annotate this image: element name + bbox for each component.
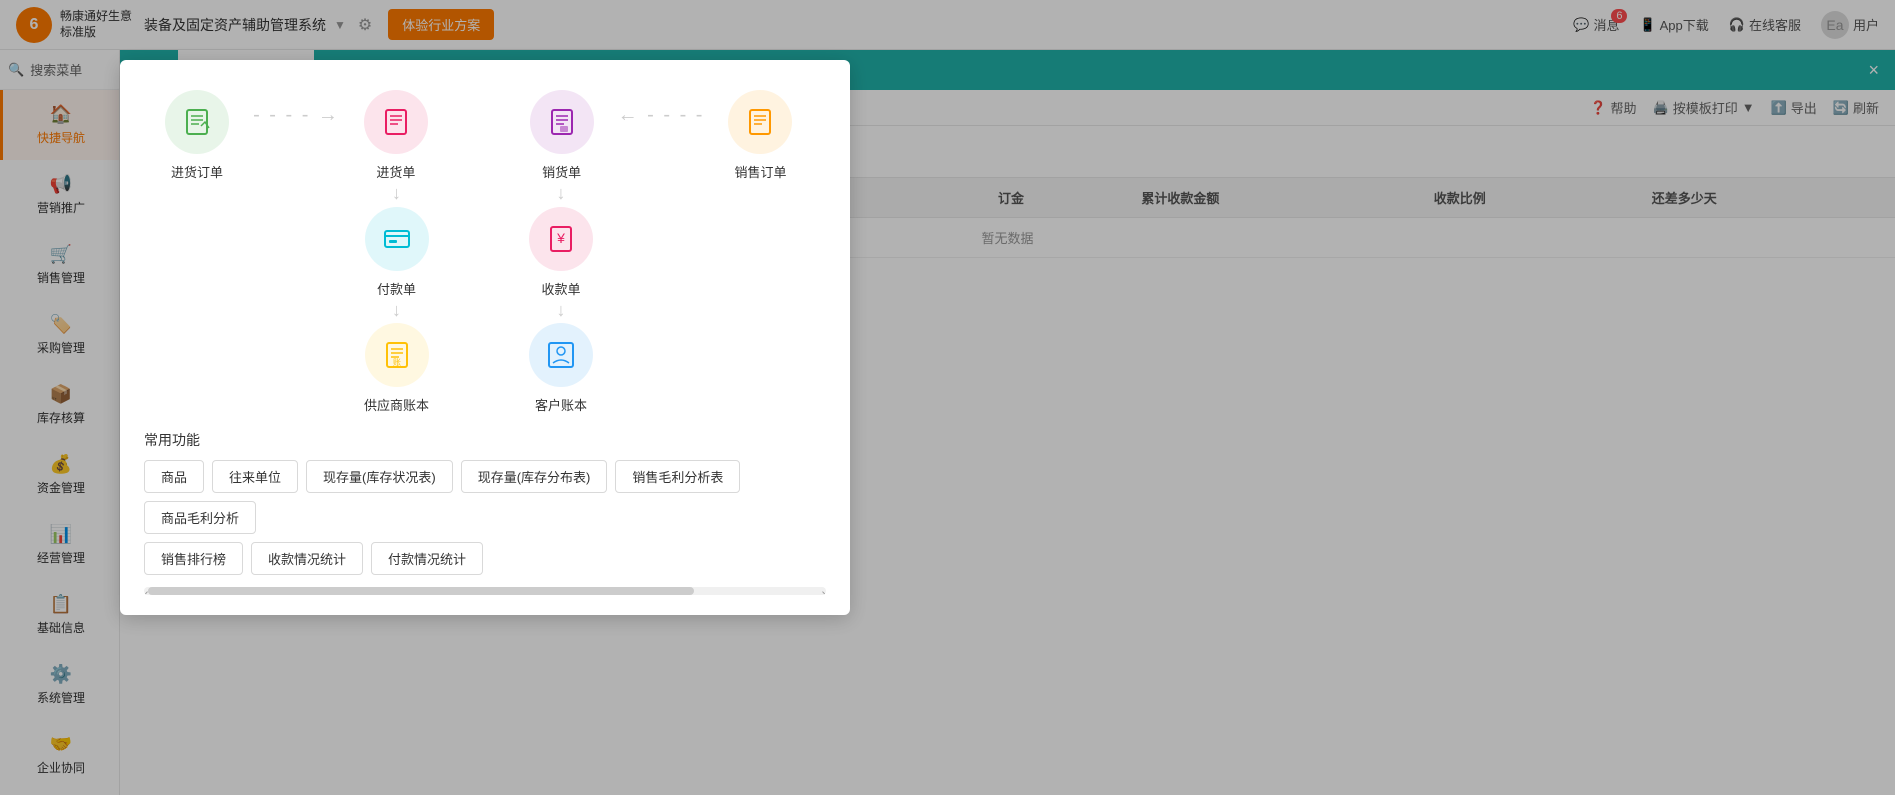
flow-modal: 进货订单 - - - - →	[120, 60, 850, 615]
content-area: 首页 销售订单执行表 × × ❓ 帮助 🖨️ 按模板打印 ▼	[120, 50, 1895, 795]
arrow-v-payment: ↓	[392, 183, 401, 205]
svg-text:账: 账	[393, 358, 401, 367]
modal-scrollbar: ‹ ›	[144, 587, 826, 595]
flow-node-customer-ledger[interactable]: 客户账本	[529, 323, 593, 414]
sales-bill-label: 销货单	[542, 162, 581, 181]
main-area: 🔍 搜索菜单 🏠 快捷导航 📢 营销推广 🛒 销售管理 🏷️	[0, 50, 1895, 795]
common-funcs-title: 常用功能	[144, 430, 826, 450]
func-btn-receipt-stats[interactable]: 收款情况统计	[251, 542, 363, 575]
supplier-ledger-circle: 账	[365, 323, 429, 387]
sales-order-label: 销售订单	[734, 162, 786, 181]
flow-node-purchase-bill[interactable]: 进货单	[364, 90, 428, 181]
app-wrapper: 6 畅康通好生意 标准版 装备及固定资产辅助管理系统 ▼ ⚙ 体验行业方案 💬 …	[0, 0, 1895, 795]
flow-node-sales-order[interactable]: 销售订单	[728, 90, 792, 181]
flow-node-supplier-ledger[interactable]: 账 供应商账本	[364, 323, 429, 414]
receipt-label: 收款单	[542, 279, 581, 298]
func-btn-stock-dist[interactable]: 现存量(库存分布表)	[461, 460, 608, 493]
func-buttons-row2: 销售排行榜 收款情况统计 付款情况统计	[144, 542, 826, 575]
purchase-order-label: 进货订单	[171, 162, 223, 181]
func-btn-sales-profit[interactable]: 销售毛利分析表	[615, 460, 740, 493]
scrollbar-thumb	[148, 587, 694, 595]
flow-node-receipt[interactable]: ¥ 收款单	[529, 207, 593, 298]
purchase-order-circle	[165, 90, 229, 154]
common-funcs: 常用功能 商品 往来单位 现存量(库存状况表) 现存量(库存分布表) 销售毛利分…	[144, 430, 826, 575]
flow-diagram-area: 进货订单 - - - - →	[144, 80, 826, 414]
arrow-v-supplier: ↓	[392, 300, 401, 322]
flow-node-purchase-order[interactable]: 进货订单	[165, 90, 229, 181]
purchase-bill-label: 进货单	[376, 162, 415, 181]
receipt-circle: ¥	[529, 207, 593, 271]
arrow-h-2: ← - - - -	[618, 104, 705, 167]
func-btn-goods[interactable]: 商品	[144, 460, 204, 493]
func-btn-goods-profit[interactable]: 商品毛利分析	[144, 501, 256, 534]
scroll-right-icon[interactable]: ›	[821, 587, 826, 595]
customer-ledger-circle	[529, 323, 593, 387]
func-btn-sales-rank[interactable]: 销售排行榜	[144, 542, 243, 575]
func-btn-partner[interactable]: 往来单位	[212, 460, 298, 493]
payment-circle	[365, 207, 429, 271]
func-buttons: 商品 往来单位 现存量(库存状况表) 现存量(库存分布表) 销售毛利分析表 商品…	[144, 460, 826, 534]
supplier-ledger-label: 供应商账本	[364, 395, 429, 414]
svg-text:¥: ¥	[556, 230, 565, 246]
flow-node-sales-bill[interactable]: 销货单	[530, 90, 594, 181]
customer-ledger-label: 客户账本	[535, 395, 587, 414]
arrow-h-1: - - - - →	[253, 104, 340, 167]
sales-bill-circle	[530, 90, 594, 154]
sales-order-circle	[728, 90, 792, 154]
arrow-v-customer: ↓	[557, 300, 566, 322]
purchase-bill-circle	[364, 90, 428, 154]
func-btn-stock-status[interactable]: 现存量(库存状况表)	[306, 460, 453, 493]
scroll-left-icon[interactable]: ‹	[144, 587, 149, 595]
flow-node-payment[interactable]: 付款单	[365, 207, 429, 298]
arrow-v-receipt: ↓	[557, 183, 566, 205]
payment-label: 付款单	[377, 279, 416, 298]
func-btn-payment-stats[interactable]: 付款情况统计	[371, 542, 483, 575]
